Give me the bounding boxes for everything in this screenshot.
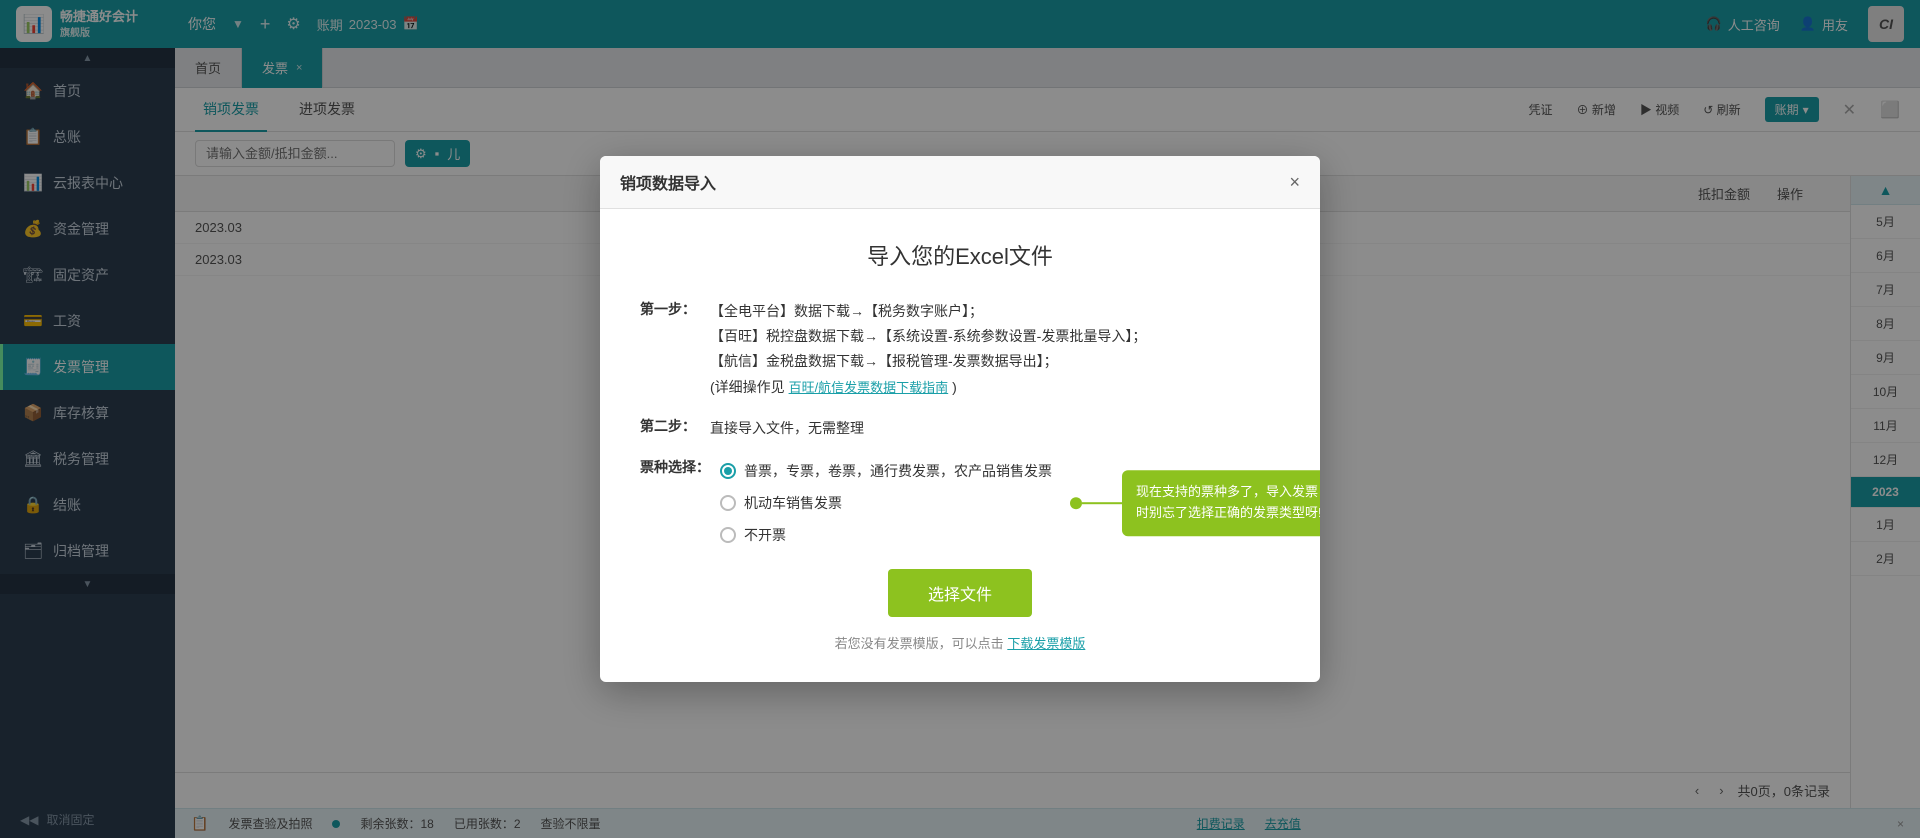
modal-overlay: 销项数据导入 × 导入您的Excel文件 第一步： 【全电平台】数据下载→【税务… — [0, 0, 1920, 838]
radio-2-label: 机动车销售发票 — [744, 493, 842, 513]
radio-1-circle — [720, 463, 736, 479]
tooltip-connector: × 现在支持的票种多了，导入发票时别忘了选择正确的发票类型呀! — [1070, 470, 1320, 536]
step-1-line-3: 【航信】金税盘数据下载→【报税管理-发票数据导出】； — [710, 349, 1146, 374]
download-prefix: 若您没有发票模版，可以点击 — [835, 636, 1004, 651]
step-1-line-2: 【百旺】税控盘数据下载→【系统设置-系统参数设置-发票批量导入】； — [710, 324, 1146, 349]
select-file-button[interactable]: 选择文件 — [888, 569, 1032, 617]
modal-title: 销项数据导入 — [620, 170, 716, 194]
step-2-label: 第二步： — [640, 416, 700, 436]
radio-1-label: 普票，专票，卷票，通行费发票，农产品销售发票 — [744, 461, 1052, 481]
download-template-link[interactable]: 下载发票模版 — [1007, 636, 1085, 651]
radio-3-label: 不开票 — [744, 525, 786, 545]
step-1-content: 【全电平台】数据下载→【税务数字账户】； 【百旺】税控盘数据下载→【系统设置-系… — [710, 299, 1146, 400]
tooltip-dot — [1070, 497, 1082, 509]
import-modal: 销项数据导入 × 导入您的Excel文件 第一步： 【全电平台】数据下载→【税务… — [600, 156, 1320, 682]
radio-option-1[interactable]: 普票，专票，卷票，通行费发票，农产品销售发票 — [720, 461, 1052, 481]
step-1-row: 第一步： 【全电平台】数据下载→【税务数字账户】； 【百旺】税控盘数据下载→【系… — [640, 299, 1280, 400]
radio-group: 普票，专票，卷票，通行费发票，农产品销售发票 机动车销售发票 × 现在支持的票种… — [720, 461, 1052, 545]
ticket-selection-row: 票种选择： 普票，专票，卷票，通行费发票，农产品销售发票 机动车销售发票 — [640, 457, 1280, 545]
step-1-label: 第一步： — [640, 299, 700, 319]
tooltip-line — [1082, 502, 1122, 504]
step-2-row: 第二步： 直接导入文件，无需整理 — [640, 416, 1280, 441]
tooltip-text: 现在支持的票种多了，导入发票时别忘了选择正确的发票类型呀! — [1136, 484, 1320, 520]
step-1-guide-link[interactable]: 百旺/航信发票数据下载指南 — [789, 380, 949, 395]
modal-body: 导入您的Excel文件 第一步： 【全电平台】数据下载→【税务数字账户】； 【百… — [600, 209, 1320, 682]
modal-header: 销项数据导入 × — [600, 156, 1320, 209]
step-1-line-1: 【全电平台】数据下载→【税务数字账户】； — [710, 299, 1146, 324]
ticket-label: 票种选择： — [640, 457, 710, 477]
step-1-link-suffix: ) — [952, 379, 957, 395]
radio-option-3[interactable]: 不开票 — [720, 525, 1052, 545]
download-link-row: 若您没有发票模版，可以点击 下载发票模版 — [640, 633, 1280, 652]
step-2-text: 直接导入文件，无需整理 — [710, 416, 864, 441]
radio-3-circle — [720, 527, 736, 543]
modal-close-button[interactable]: × — [1289, 172, 1300, 193]
step-1-link-prefix: (详细操作见 — [710, 379, 785, 395]
step-1-link-row: (详细操作见 百旺/航信发票数据下载指南 ) — [710, 375, 1146, 400]
tooltip-bubble: × 现在支持的票种多了，导入发票时别忘了选择正确的发票类型呀! — [1122, 470, 1320, 536]
radio-2-circle — [720, 495, 736, 511]
radio-option-2[interactable]: 机动车销售发票 × 现在支持的票种多了，导入发票时别忘了选择正确的发票类型呀! — [720, 493, 1052, 513]
modal-main-title: 导入您的Excel文件 — [640, 239, 1280, 271]
